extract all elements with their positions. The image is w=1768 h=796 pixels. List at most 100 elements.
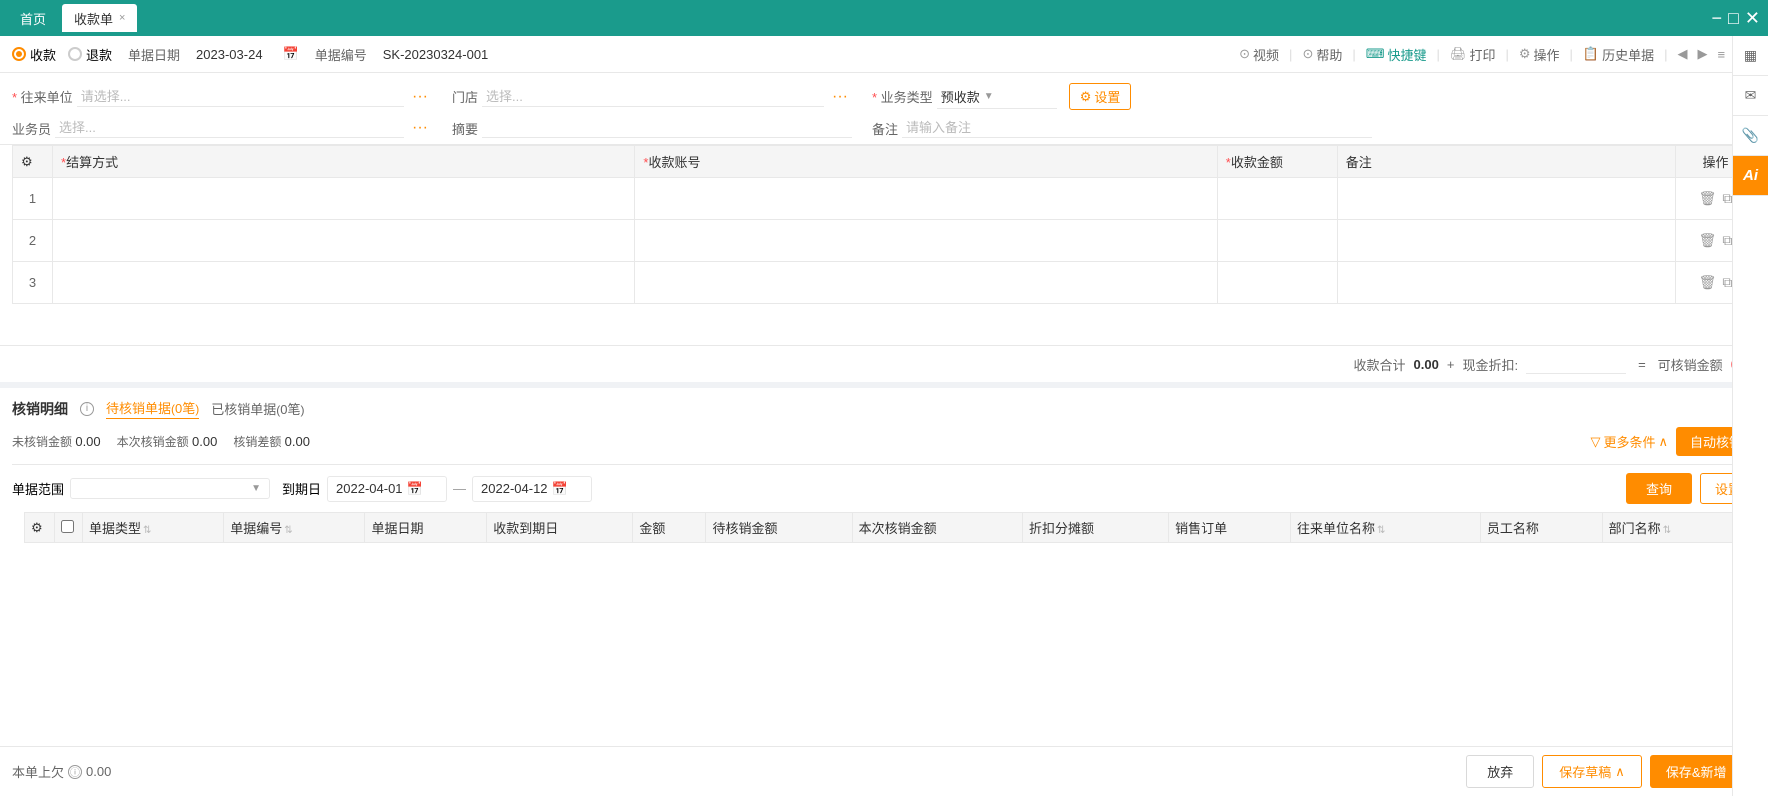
row-2-settlement[interactable] (53, 220, 635, 262)
home-tab[interactable]: 首页 (8, 0, 58, 36)
radio-refund[interactable]: 退款 (68, 45, 112, 64)
toolbar-history[interactable]: 📋 历史单据 (1583, 45, 1654, 64)
window-max-icon[interactable]: □ (1728, 9, 1739, 27)
footer-right: 放弃 保存草稿 ∧ 保存&新增 ∧ (1466, 755, 1756, 788)
print-icon: 🖨 (1450, 46, 1467, 62)
toolbar-help[interactable]: ⊙ 帮助 (1302, 45, 1342, 64)
store-input[interactable] (482, 87, 824, 107)
row-1-copy-icon[interactable]: ⧉ (1722, 190, 1732, 207)
date-to-value: 2022-04-12 (481, 481, 548, 496)
row-3-settlement[interactable] (53, 262, 635, 304)
bth-checkbox[interactable] (55, 513, 83, 543)
chevron-up-icon: ∧ (1658, 434, 1668, 450)
business-type-select[interactable]: 预收款 ▼ (937, 85, 1057, 109)
form-settings-button[interactable]: ⚙ 设置 (1069, 83, 1132, 110)
bth-gear[interactable]: ⚙ (25, 513, 55, 543)
draft-label: 保存草稿 (1559, 762, 1611, 781)
more-conditions-btn[interactable]: ▽ 更多条件 ∧ (1590, 432, 1668, 451)
counterparty-ellipsis[interactable]: ··· (408, 88, 432, 106)
remark-input[interactable] (902, 118, 1372, 138)
row-2-account[interactable] (635, 220, 1217, 262)
sidebar-ai-icon[interactable]: Ai (1733, 156, 1768, 196)
verify-filter-row: 单据范围 ▼ 到期日 2022-04-01 📅 — 2022-04-12 📅 (12, 464, 1756, 512)
current-tab[interactable]: 收款单 × (62, 4, 137, 32)
row-1-account[interactable] (635, 178, 1217, 220)
discount-input[interactable] (1526, 354, 1626, 374)
summary-field: 摘要 (452, 118, 852, 138)
date-picker-icon[interactable]: 📅 (283, 46, 299, 62)
main-table-section: ⚙ *结算方式 *收款账号 *收款金额 备注 操作 1 (0, 145, 1768, 345)
row-3-amount[interactable] (1217, 262, 1337, 304)
date-to-input[interactable]: 2022-04-12 📅 (472, 476, 592, 502)
row-3-delete-icon[interactable]: 🗑 (1699, 274, 1717, 291)
toolbar-print[interactable]: 🖨 打印 (1450, 45, 1496, 64)
stat-unverified: 未核销金额 0.00 (12, 433, 101, 450)
row-1-settlement[interactable] (53, 178, 635, 220)
date-dash: — (453, 481, 466, 496)
bth-counterparty: 往来单位名称⇅ (1290, 513, 1480, 543)
sidebar-table-icon[interactable]: ▦ (1733, 36, 1768, 76)
abandon-button[interactable]: 放弃 (1466, 755, 1534, 788)
row-3-copy-icon[interactable]: ⧉ (1722, 274, 1732, 291)
table-row: 3 🗑 ⧉ (13, 262, 1756, 304)
toolbar-video[interactable]: ⊙ 视频 (1239, 45, 1279, 64)
row-1-amount[interactable] (1217, 178, 1337, 220)
summary-input[interactable] (482, 118, 852, 138)
remark-field: 备注 (872, 118, 1372, 138)
row-1-delete-icon[interactable]: 🗑 (1699, 190, 1717, 207)
nav-menu-icon[interactable]: ≡ (1718, 47, 1726, 62)
store-label: 门店 (452, 87, 478, 106)
query-button[interactable]: 查询 (1626, 473, 1692, 504)
row-3-account[interactable] (635, 262, 1217, 304)
toolbar-shortcut[interactable]: ⌨ 快捷键 (1366, 45, 1427, 64)
window-close-icon[interactable]: ✕ (1745, 9, 1760, 27)
salesperson-input[interactable] (55, 118, 404, 138)
window-controls: − □ ✕ (1712, 9, 1760, 27)
counterparty-input[interactable] (77, 87, 404, 107)
row-2-copy-icon[interactable]: ⧉ (1722, 232, 1732, 249)
salesperson-field: 业务员 ··· (12, 118, 432, 138)
tab-close-icon[interactable]: × (119, 12, 125, 24)
radio-income[interactable]: 收款 (12, 45, 56, 64)
done-tab[interactable]: 已核销单据(0笔) (211, 399, 304, 418)
date-from-input[interactable]: 2022-04-01 📅 (327, 476, 447, 502)
salesperson-ellipsis[interactable]: ··· (408, 119, 432, 137)
verify-title: 核销明细 (12, 399, 68, 419)
row-2-remark[interactable] (1337, 220, 1675, 262)
pending-tab[interactable]: 待核销单据(0笔) (106, 398, 199, 419)
verify-stats-row: 未核销金额 0.00 本次核销金额 0.00 核销差额 0.00 ▽ 更多条件 … (12, 427, 1756, 456)
toolbar-history-label: 历史单据 (1602, 45, 1654, 64)
footer-info-icon[interactable]: ⓘ (68, 765, 82, 779)
business-type-field: 业务类型 预收款 ▼ ⚙ 设置 (872, 83, 1372, 110)
filter-icon: ▽ (1590, 434, 1600, 450)
row-num-3: 3 (13, 262, 53, 304)
toolbar-help-label: 帮助 (1316, 45, 1342, 64)
save-draft-button[interactable]: 保存草稿 ∧ (1542, 755, 1642, 788)
doc-no-value: SK-20230324-001 (383, 47, 489, 62)
bth-due-date: 收款到期日 (487, 513, 633, 543)
toolbar-operation[interactable]: ⚙ 操作 (1519, 45, 1560, 64)
table-gear-header[interactable]: ⚙ (13, 146, 53, 178)
done-count: 0笔 (280, 402, 300, 417)
sidebar-email-icon[interactable]: ✉ (1733, 76, 1768, 116)
verify-info-icon[interactable]: i (80, 402, 94, 416)
due-date-label: 到期日 (282, 479, 321, 498)
range-label: 单据范围 (12, 479, 64, 498)
range-select[interactable]: ▼ (70, 478, 270, 499)
window-min-icon[interactable]: − (1712, 9, 1723, 27)
row-num-2: 2 (13, 220, 53, 262)
nav-prev-icon[interactable]: ◀ (1678, 46, 1688, 62)
select-all-checkbox[interactable] (61, 520, 74, 533)
nav-next-icon[interactable]: ▶ (1698, 46, 1708, 62)
total-value: 0.00 (1414, 357, 1439, 372)
toolbar-operation-label: 操作 (1534, 45, 1560, 64)
toolbar-right: ⊙ 视频 | ⊙ 帮助 | ⌨ 快捷键 | 🖨 打印 | ⚙ 操作 (1239, 44, 1756, 64)
row-2-amount[interactable] (1217, 220, 1337, 262)
th-amount: *收款金额 (1217, 146, 1337, 178)
store-ellipsis[interactable]: ··· (828, 88, 852, 106)
row-1-remark[interactable] (1337, 178, 1675, 220)
row-2-delete-icon[interactable]: 🗑 (1699, 232, 1717, 249)
sidebar-clip-icon[interactable]: 📎 (1733, 116, 1768, 156)
radio-income-dot (12, 47, 26, 61)
row-3-remark[interactable] (1337, 262, 1675, 304)
